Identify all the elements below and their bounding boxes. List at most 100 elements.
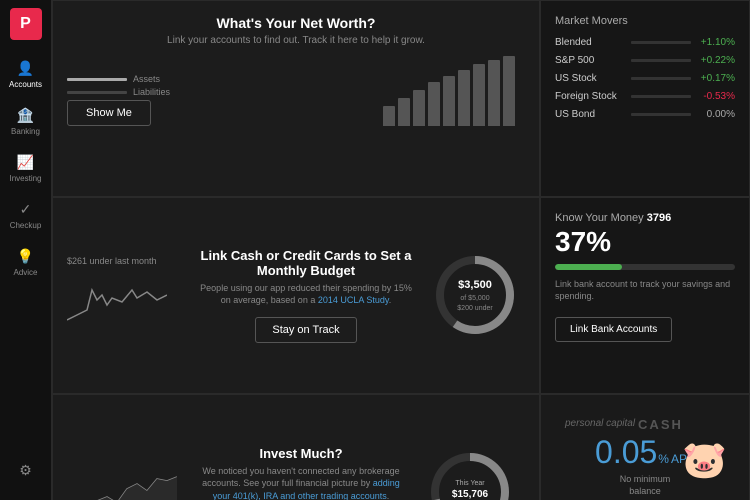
- bar-4: [428, 82, 440, 126]
- pc-brand-top: personal capital: [565, 418, 635, 429]
- market-name-sp500: S&P 500: [555, 55, 625, 66]
- sidebar-item-banking[interactable]: 🏦 Banking: [11, 97, 40, 144]
- market-pct-usstock: +0.17%: [697, 73, 735, 84]
- market-bar-fill-foreign: [631, 95, 661, 98]
- invest-desc: We noticed you haven't connected any bro…: [197, 465, 405, 500]
- pig-icon: 🐷: [682, 439, 727, 481]
- banking-icon: 🏦: [15, 105, 35, 125]
- sidebar-item-accounts[interactable]: 👤 Accounts: [9, 50, 42, 97]
- liabilities-bar: [67, 91, 127, 94]
- budget-donut: $3,500 of $5,000 $200 under: [430, 250, 520, 340]
- market-bar-bg-sp500: [631, 59, 691, 62]
- invest-panel: Invest Much? We noticed you haven't conn…: [52, 394, 540, 500]
- market-row-blended: Blended +1.10%: [555, 37, 735, 48]
- sidebar-label-checkup: Checkup: [10, 221, 42, 230]
- kym-panel: Know Your Money 3796 37% Link bank accou…: [540, 197, 750, 394]
- sidebar-item-investing[interactable]: 📈 Investing: [9, 144, 41, 191]
- budget-center: Link Cash or Credit Cards to Set a Month…: [187, 248, 425, 343]
- invest-left: [67, 459, 187, 500]
- budget-panel: $261 under last month Link Cash or Credi…: [52, 197, 540, 394]
- market-row-foreign: Foreign Stock -0.53%: [555, 91, 735, 102]
- bar-2: [398, 98, 410, 126]
- budget-title: Link Cash or Credit Cards to Set a Month…: [197, 248, 415, 278]
- show-me-button[interactable]: Show Me: [67, 100, 151, 126]
- market-row-usbond: US Bond 0.00%: [555, 109, 735, 120]
- sidebar-item-settings[interactable]: ⚙: [16, 452, 36, 490]
- invest-right: This Year $15,706 of $22,000: [415, 447, 525, 500]
- app-logo: P: [10, 8, 42, 40]
- under-label: $261 under last month: [67, 256, 187, 266]
- market-row-usstock: US Stock +0.17%: [555, 73, 735, 84]
- market-bar-bg-usbond: [631, 113, 691, 116]
- bar-7: [473, 64, 485, 126]
- market-bar-bg-blended: [631, 41, 691, 44]
- bar-9: [503, 56, 515, 126]
- sidebar-item-checkup[interactable]: ✓ Checkup: [10, 191, 42, 238]
- kym-description: Link bank account to track your savings …: [555, 278, 735, 303]
- link-bank-button[interactable]: Link Bank Accounts: [555, 317, 672, 342]
- svg-text:$3,500: $3,500: [458, 279, 492, 291]
- market-pct-blended: +1.10%: [697, 37, 735, 48]
- market-name-usstock: US Stock: [555, 73, 625, 84]
- market-bar-fill-blended: [631, 41, 673, 44]
- stay-on-track-button[interactable]: Stay on Track: [255, 317, 356, 343]
- sidebar-item-advice[interactable]: 💡 Advice: [13, 238, 37, 285]
- market-name-usbond: US Bond: [555, 109, 625, 120]
- advice-icon: 💡: [15, 246, 35, 266]
- market-movers-panel: Market Movers Blended +1.10% S&P 500 +0.…: [540, 0, 750, 197]
- networth-labels: Assets Liabilities Show Me: [67, 74, 170, 126]
- invest-sparkline: [67, 459, 177, 500]
- budget-left: $261 under last month: [67, 256, 187, 335]
- invest-donut: This Year $15,706 of $22,000: [425, 447, 515, 500]
- kym-percent: 37%: [555, 226, 735, 258]
- accounts-icon: 👤: [16, 58, 36, 78]
- bar-3: [413, 90, 425, 126]
- market-bar-fill-sp500: [631, 59, 655, 62]
- svg-text:of $5,000: of $5,000: [460, 295, 489, 302]
- pc-apy-number: 0.05: [595, 434, 657, 471]
- budget-right: $3,500 of $5,000 $200 under: [425, 250, 525, 340]
- market-bar-bg-foreign: [631, 95, 691, 98]
- sidebar-label-investing: Investing: [9, 174, 41, 183]
- invest-title: Invest Much?: [197, 446, 405, 461]
- pc-apy-sup: %: [658, 452, 669, 466]
- invest-center: Invest Much? We noticed you haven't conn…: [187, 446, 415, 500]
- pc-brand-cash: CASH: [638, 417, 683, 432]
- market-title: Market Movers: [555, 15, 735, 27]
- bar-1: [383, 106, 395, 126]
- sidebar-label-advice: Advice: [13, 268, 37, 277]
- networth-subtitle: Link your accounts to find out. Track it…: [167, 35, 425, 46]
- sidebar-label-accounts: Accounts: [9, 80, 42, 89]
- kym-progress-fill: [555, 264, 622, 270]
- market-name-blended: Blended: [555, 37, 625, 48]
- market-bar-fill-usstock: [631, 77, 652, 80]
- assets-label: Assets: [133, 74, 160, 84]
- budget-sparkline: [67, 270, 167, 330]
- networth-chart: [383, 56, 515, 126]
- market-pct-foreign: -0.53%: [697, 91, 735, 102]
- bar-6: [458, 70, 470, 126]
- kym-progress-bar: [555, 264, 735, 270]
- networth-panel: What's Your Net Worth? Link your account…: [52, 0, 540, 197]
- svg-text:This Year: This Year: [455, 480, 485, 487]
- market-name-foreign: Foreign Stock: [555, 91, 625, 102]
- cash-panel: personal capital CASH 0.05 % APY No mini…: [540, 394, 750, 500]
- bar-8: [488, 60, 500, 126]
- investing-icon: 📈: [16, 152, 36, 172]
- market-bar-bg-usstock: [631, 77, 691, 80]
- liabilities-label: Liabilities: [133, 87, 170, 97]
- sidebar: P 👤 Accounts 🏦 Banking 📈 Investing ✓ Che…: [0, 0, 52, 500]
- kym-title: Know Your Money 3796: [555, 212, 735, 224]
- assets-bar: [67, 78, 127, 81]
- bar-5: [443, 76, 455, 126]
- checkup-icon: ✓: [15, 199, 35, 219]
- market-bar-fill-usbond: [631, 113, 632, 116]
- settings-icon: ⚙: [16, 460, 36, 480]
- svg-text:$15,706: $15,706: [452, 489, 489, 500]
- market-row-sp500: S&P 500 +0.22%: [555, 55, 735, 66]
- svg-text:$200 under: $200 under: [457, 305, 493, 312]
- networth-title: What's Your Net Worth?: [217, 15, 376, 31]
- market-pct-sp500: +0.22%: [697, 55, 735, 66]
- budget-link[interactable]: 2014 UCLA Study: [318, 295, 389, 305]
- budget-desc: People using our app reduced their spend…: [197, 282, 415, 307]
